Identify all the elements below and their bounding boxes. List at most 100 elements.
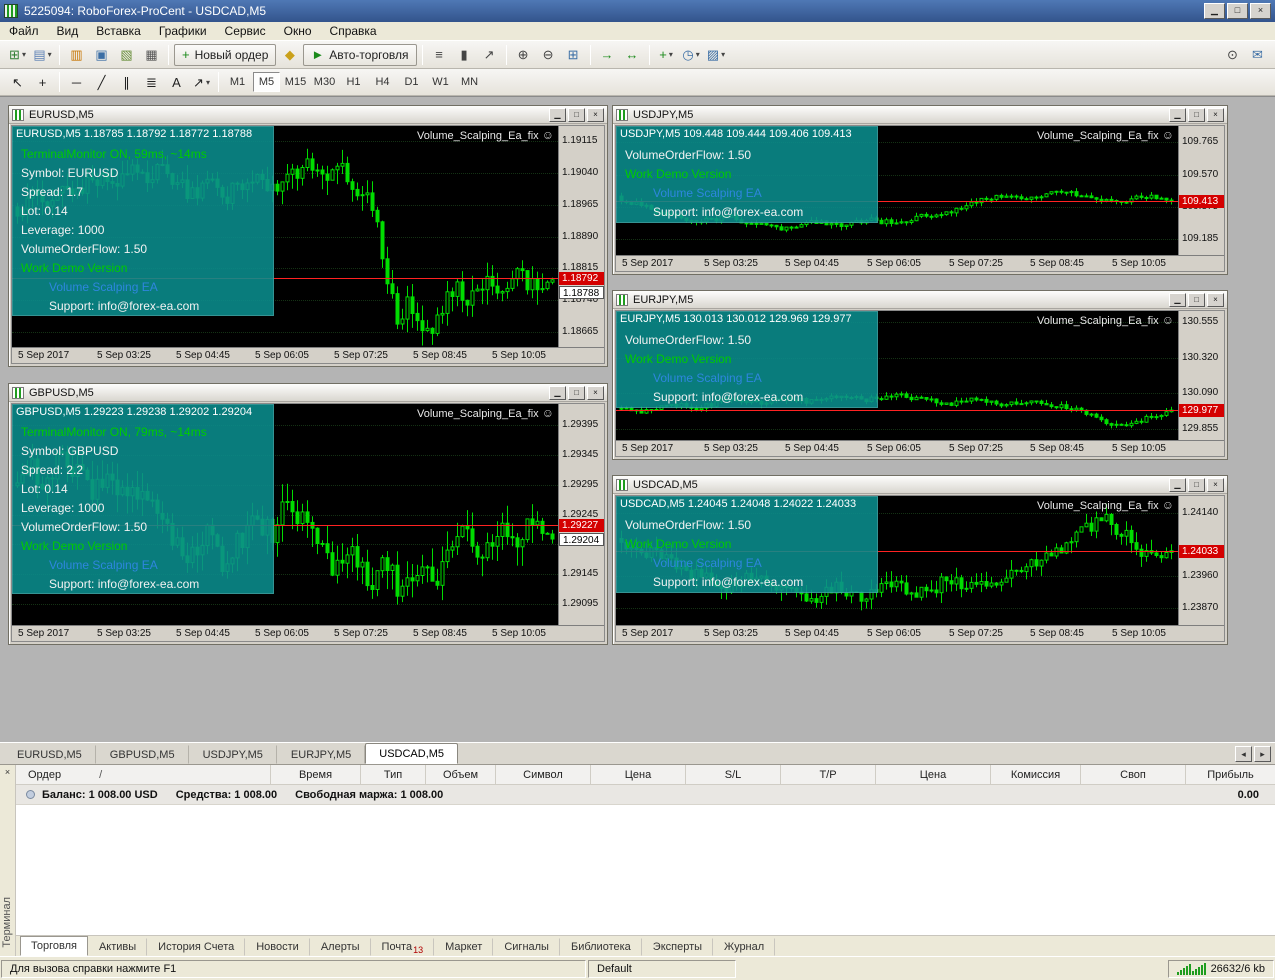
smiley-icon[interactable]: ☺	[1162, 128, 1174, 142]
chart-tab-usdjpy[interactable]: USDJPY,M5	[189, 745, 277, 764]
chart-candles-button[interactable]: ▮	[453, 44, 476, 66]
chart-line-button[interactable]: ↗	[478, 44, 501, 66]
chart-tab-gbpusd[interactable]: GBPUSD,M5	[96, 745, 189, 764]
chart-window[interactable]: GBPUSD,M5 ▁ □ × TerminalMonitor ON, 79ms…	[8, 383, 608, 645]
zoom-in-button[interactable]: ⊕	[512, 44, 535, 66]
chart-window-titlebar[interactable]: USDJPY,M5 ▁ □ ×	[613, 106, 1227, 124]
timeframe-w1[interactable]: W1	[427, 72, 454, 92]
fibonacci-button[interactable]: ≣	[140, 71, 163, 93]
time-scale[interactable]: 5 Sep 2017 5 Sep 03:25 5 Sep 04:45 5 Sep 06…	[616, 255, 1224, 271]
chart-restore-button[interactable]: □	[568, 107, 585, 122]
trendline-button[interactable]: ╱	[90, 71, 113, 93]
menu-item-7[interactable]: Справка	[321, 22, 386, 41]
time-scale[interactable]: 5 Sep 2017 5 Sep 03:25 5 Sep 04:45 5 Sep 06…	[616, 625, 1224, 641]
terminal-tab-2[interactable]: Активы	[88, 938, 148, 956]
indicators-button[interactable]: + ▾	[655, 44, 678, 66]
column-header-8[interactable]: T/P	[781, 765, 876, 784]
menu-item-4[interactable]: Графики	[150, 22, 216, 41]
chart-close-button[interactable]: ×	[1207, 477, 1224, 492]
tile-windows-button[interactable]: ⊞	[562, 44, 585, 66]
column-header-7[interactable]: S/L	[686, 765, 781, 784]
terminal-tab-6[interactable]: Почта13	[371, 938, 435, 956]
column-header-4[interactable]: Объем	[426, 765, 496, 784]
chart-plot[interactable]: TerminalMonitor ON, 59ms, ~14ms Symbol: E…	[12, 126, 558, 347]
chart-window[interactable]: USDCAD,M5 ▁ □ × VolumeOrderFlow: 1.50 Wor…	[612, 475, 1228, 645]
crosshair-button[interactable]: +	[31, 71, 54, 93]
timeframe-m30[interactable]: M30	[311, 72, 338, 92]
column-header-10[interactable]: Комиссия	[991, 765, 1081, 784]
menu-item-3[interactable]: Вставка	[87, 22, 150, 41]
chart-window[interactable]: EURJPY,M5 ▁ □ × VolumeOrderFlow: 1.50 Wor…	[612, 290, 1228, 460]
terminal-tab-8[interactable]: Сигналы	[493, 938, 560, 956]
chart-tab-usdcad[interactable]: USDCAD,M5	[365, 743, 459, 764]
terminal-tab-5[interactable]: Алерты	[310, 938, 371, 956]
terminal-tab-10[interactable]: Эксперты	[642, 938, 714, 956]
menu-item-2[interactable]: Вид	[48, 22, 88, 41]
timeframe-m1[interactable]: M1	[224, 72, 251, 92]
cursor-button[interactable]: ↖	[6, 71, 29, 93]
chart-plot[interactable]: VolumeOrderFlow: 1.50 Work Demo Version Vo…	[616, 311, 1178, 440]
equidistant-channel-button[interactable]: ∥	[115, 71, 138, 93]
chart-minimize-button[interactable]: ▁	[549, 107, 566, 122]
chart-minimize-button[interactable]: ▁	[1169, 292, 1186, 307]
column-header-1[interactable]: Ордер /	[16, 765, 271, 784]
autotrading-button[interactable]: ► Авто-торговля	[303, 43, 417, 66]
column-header-2[interactable]: Время	[271, 765, 361, 784]
horizontal-line-button[interactable]: ─	[65, 71, 88, 93]
timeframe-h4[interactable]: H4	[369, 72, 396, 92]
smiley-icon[interactable]: ☺	[542, 406, 554, 420]
periods-button[interactable]: ◷ ▾	[680, 44, 703, 66]
chat-button[interactable]: ✉	[1246, 44, 1269, 66]
timeframe-m15[interactable]: M15	[282, 72, 309, 92]
chart-plot[interactable]: TerminalMonitor ON, 79ms, ~14ms Symbol: G…	[12, 404, 558, 625]
status-profile[interactable]: Default	[588, 959, 736, 978]
column-header-12[interactable]: Прибыль	[1186, 765, 1275, 784]
new-chart-button[interactable]: ⊞ ▾	[6, 44, 29, 66]
chart-window-titlebar[interactable]: EURUSD,M5 ▁ □ ×	[9, 106, 607, 124]
terminal-tab-3[interactable]: История Счета	[147, 938, 246, 956]
chart-plot[interactable]: VolumeOrderFlow: 1.50 Work Demo Version Vo…	[616, 496, 1178, 625]
chart-shift-button[interactable]: ↔	[621, 44, 644, 66]
column-header-11[interactable]: Своп	[1081, 765, 1186, 784]
chart-minimize-button[interactable]: ▁	[1169, 107, 1186, 122]
chart-minimize-button[interactable]: ▁	[549, 385, 566, 400]
menu-item-1[interactable]: Файл	[0, 22, 48, 41]
chart-restore-button[interactable]: □	[1188, 292, 1205, 307]
price-scale[interactable]: 130.555 130.320 130.090 129.855 129.977	[1178, 311, 1224, 440]
timeframe-mn[interactable]: MN	[456, 72, 483, 92]
timeframe-h1[interactable]: H1	[340, 72, 367, 92]
chart-close-button[interactable]: ×	[587, 385, 604, 400]
tab-scroll-right-icon[interactable]: ▸	[1254, 746, 1271, 762]
chart-window[interactable]: USDJPY,M5 ▁ □ × VolumeOrderFlow: 1.50 Wor…	[612, 105, 1228, 275]
terminal-tab-7[interactable]: Маркет	[434, 938, 494, 956]
price-scale[interactable]: 109.765109.570109.375109.185109.413	[1178, 126, 1224, 255]
time-scale[interactable]: 5 Sep 2017 5 Sep 03:25 5 Sep 04:45 5 Sep 06…	[616, 440, 1224, 456]
data-window-button[interactable]: ▣	[90, 44, 113, 66]
market-watch-button[interactable]: ▥	[65, 44, 88, 66]
chart-close-button[interactable]: ×	[1207, 292, 1224, 307]
metaeditor-button[interactable]: ◆	[278, 44, 301, 66]
menu-item-5[interactable]: Сервис	[216, 22, 275, 41]
chart-tab-eurusd[interactable]: EURUSD,M5	[3, 745, 96, 764]
tab-scroll-left-icon[interactable]: ◂	[1235, 746, 1252, 762]
column-header-9[interactable]: Цена	[876, 765, 991, 784]
column-header-5[interactable]: Символ	[496, 765, 591, 784]
chart-window-titlebar[interactable]: EURJPY,M5 ▁ □ ×	[613, 291, 1227, 309]
search-button[interactable]: ⊙	[1221, 44, 1244, 66]
chart-window-titlebar[interactable]: USDCAD,M5 ▁ □ ×	[613, 476, 1227, 494]
timeframe-m5[interactable]: M5	[253, 72, 280, 92]
terminal-tab-11[interactable]: Журнал	[713, 938, 776, 956]
chart-tab-eurjpy[interactable]: EURJPY,M5	[277, 745, 366, 764]
chart-restore-button[interactable]: □	[1188, 477, 1205, 492]
terminal-close-icon[interactable]: ×	[1, 766, 14, 779]
price-scale[interactable]: 1.293951.293451.292951.292451.291951.291…	[558, 404, 604, 625]
column-header-6[interactable]: Цена	[591, 765, 686, 784]
price-scale[interactable]: 1.191151.190401.189651.188901.188151.187…	[558, 126, 604, 347]
window-titlebar[interactable]: 5225094: RoboForex-ProCent - USDCAD,M5 ▁…	[0, 0, 1275, 22]
zoom-out-button[interactable]: ⊖	[537, 44, 560, 66]
chart-bars-button[interactable]: ≡	[428, 44, 451, 66]
arrow-objects-button[interactable]: ↗ ▾	[190, 71, 213, 93]
auto-scroll-button[interactable]: →	[596, 44, 619, 66]
chart-window-titlebar[interactable]: GBPUSD,M5 ▁ □ ×	[9, 384, 607, 402]
chart-window[interactable]: EURUSD,M5 ▁ □ × TerminalMonitor ON, 59ms…	[8, 105, 608, 367]
